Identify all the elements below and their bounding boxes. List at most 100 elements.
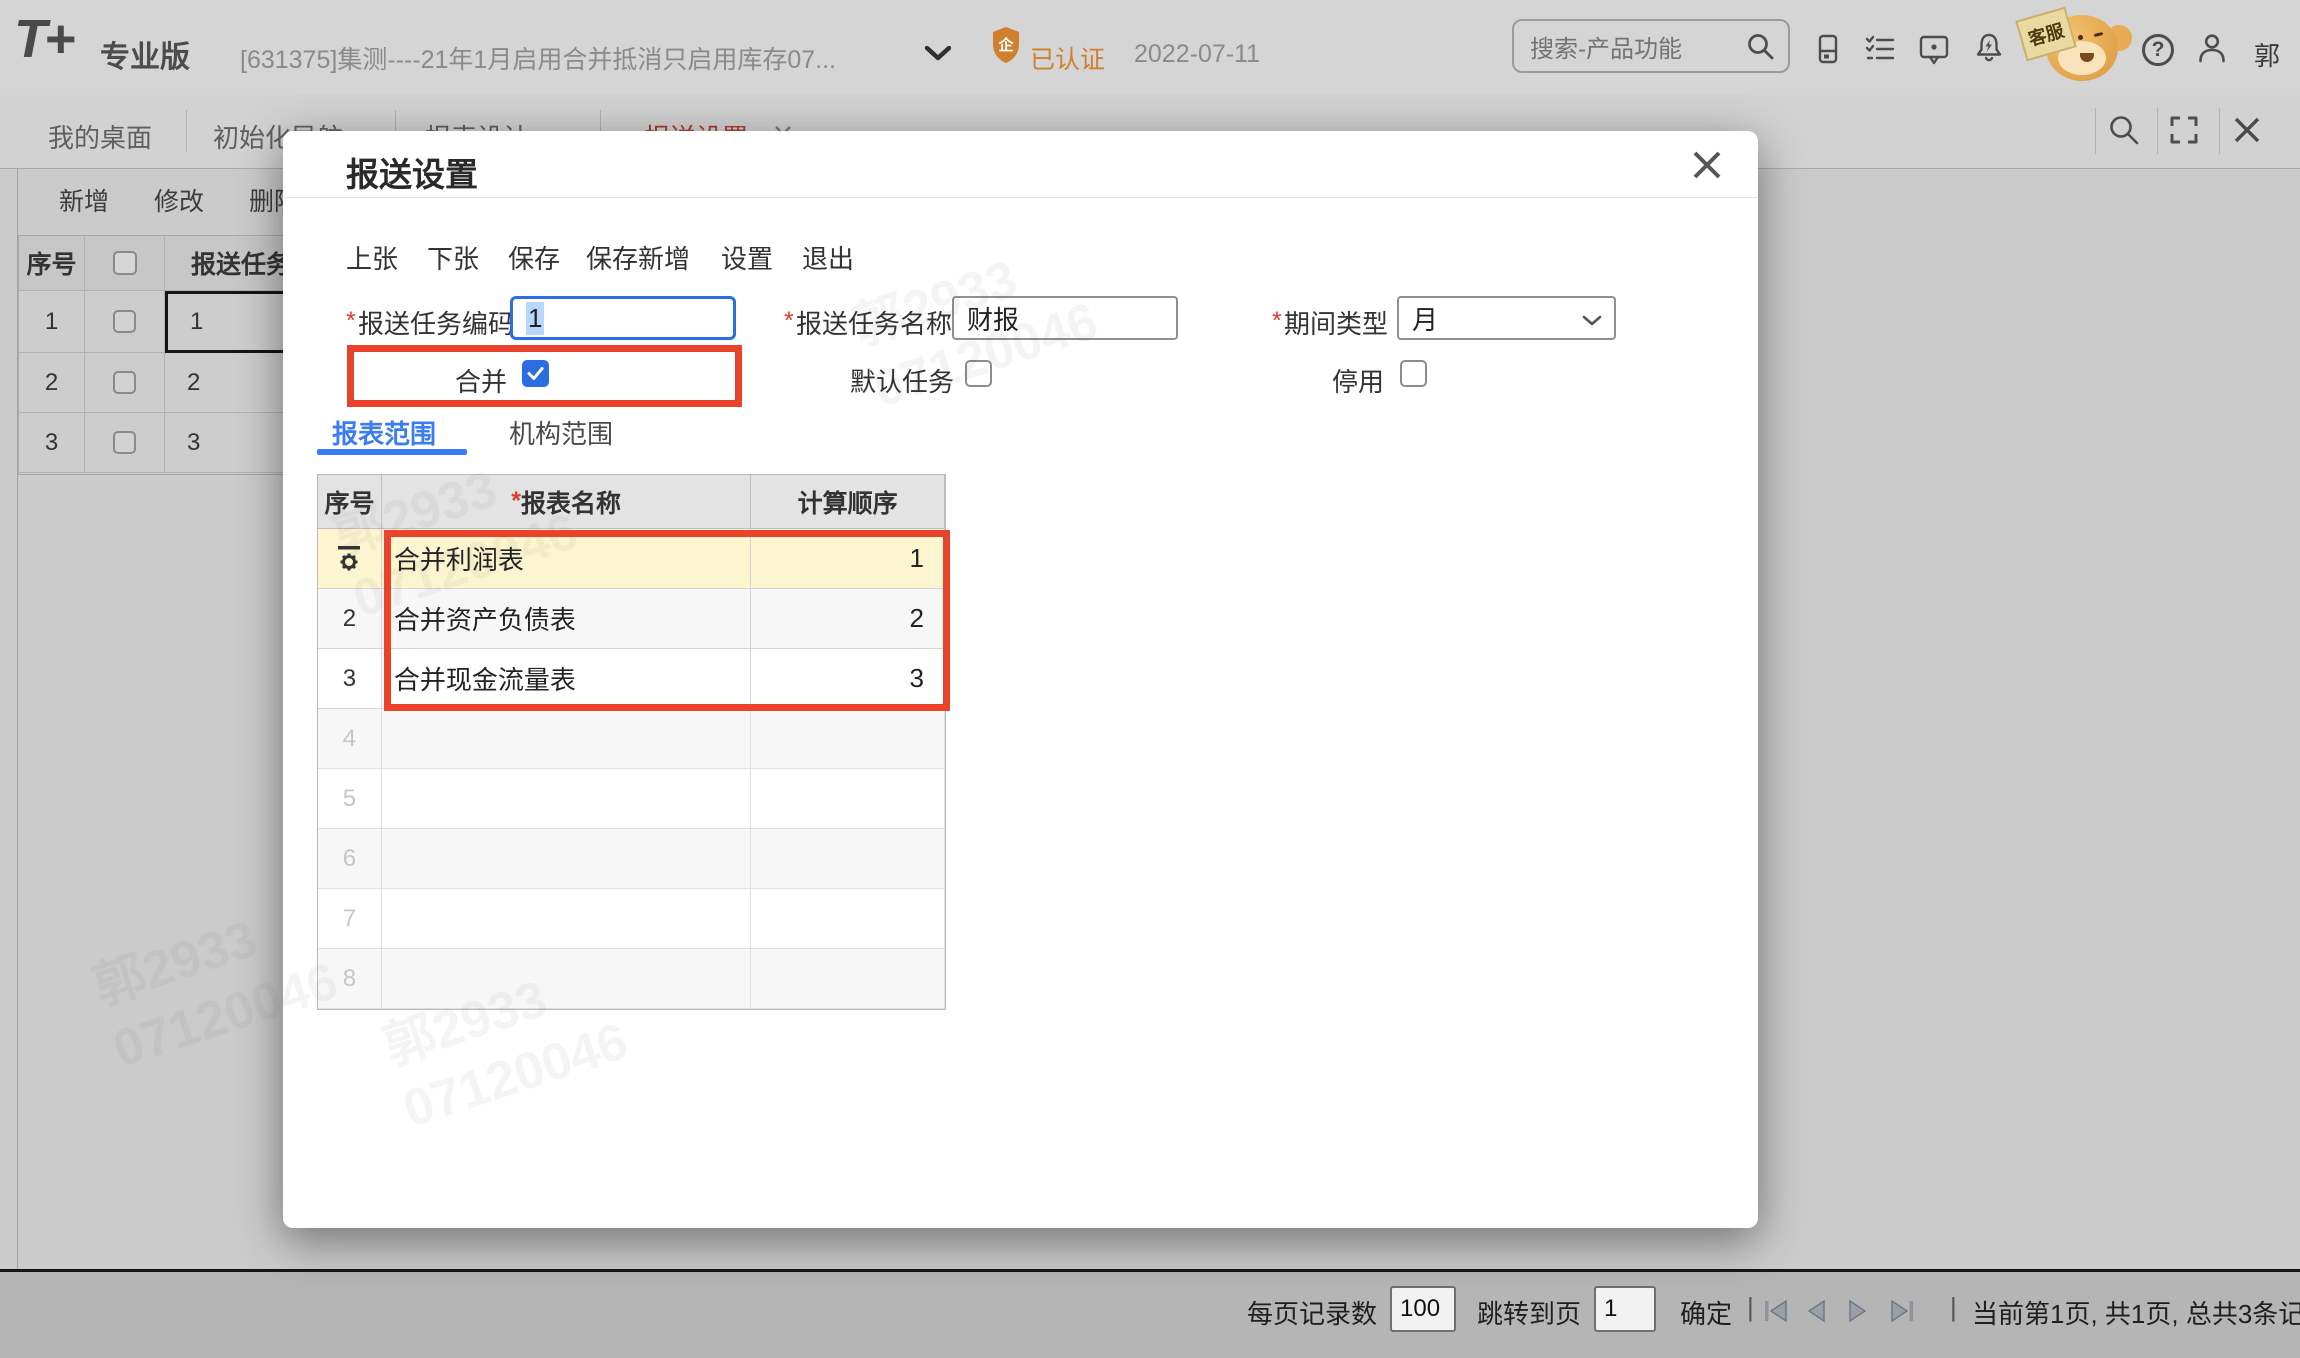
per-page-label: 每页记录数 (1247, 1299, 1378, 1329)
report-name-cell[interactable]: 合并现金流量表 (381, 649, 752, 709)
tabbar-action-separator (2219, 108, 2220, 154)
row-seq-cell: 8 (318, 949, 382, 1009)
calc-order-cell[interactable]: 3 (751, 649, 945, 709)
app-screen: T+ 专业版 [631375]集测----21年1月启用合并抵消只启用库存07.… (0, 0, 2300, 1358)
bg-select-all-checkbox[interactable] (112, 251, 137, 275)
prev-page-icon[interactable] (1804, 1298, 1828, 1324)
tab-report-scope[interactable]: 报表范围 (332, 414, 436, 451)
save-button[interactable]: 保存 (508, 239, 560, 276)
service-monkey-icon[interactable]: 客服 (2015, 5, 2138, 93)
calc-order-cell[interactable] (751, 949, 945, 1009)
exit-button[interactable]: 退出 (802, 239, 854, 276)
search-icon[interactable] (1744, 30, 1776, 62)
report-name-cell[interactable] (381, 889, 752, 949)
bg-row-seq: 3 (19, 413, 85, 473)
report-row[interactable]: 3 合并现金流量表 3 (318, 649, 945, 709)
fullscreen-icon[interactable] (2168, 114, 2200, 146)
bg-header-checkbox-cell (85, 236, 165, 291)
report-row-empty[interactable]: 7 (318, 889, 945, 949)
default-task-checkbox[interactable] (965, 360, 992, 387)
prev-record-button[interactable]: 上张 (346, 239, 398, 276)
col-seq: 序号 (318, 475, 382, 529)
header-date: 2022-07-11 (1134, 40, 1261, 68)
report-name-cell[interactable]: 合并资产负债表 (381, 589, 752, 649)
next-record-button[interactable]: 下张 (427, 239, 479, 276)
checklist-icon[interactable] (1864, 34, 1896, 64)
account-title[interactable]: [631375]集测----21年1月启用合并抵消只启用库存07... (240, 40, 836, 76)
row-seq-cell: 7 (318, 889, 382, 949)
task-name-input[interactable]: 财报 (952, 296, 1178, 340)
svg-text:企: 企 (997, 36, 1014, 54)
disable-label: 停用 (1332, 367, 1385, 397)
task-code-value: 1 (526, 301, 545, 335)
user-icon[interactable] (2196, 32, 2228, 64)
edition-label: 专业版 (100, 41, 190, 74)
bg-row-checkbox[interactable] (113, 431, 136, 454)
dialog-close-icon[interactable] (1689, 147, 1725, 183)
pagination-bar: 每页记录数 跳转到页 确定 | | 当前第1页, 共1页, 总共3条记录 (0, 1272, 2300, 1358)
workspace-search-icon[interactable] (2106, 112, 2142, 148)
bg-col-seq: 序号 (19, 236, 85, 291)
save-and-new-button[interactable]: 保存新增 (586, 239, 690, 276)
calc-order-cell[interactable] (751, 769, 945, 829)
bg-row-checkbox[interactable] (113, 310, 136, 333)
chevron-down-icon[interactable] (925, 46, 951, 62)
calc-order-cell[interactable] (751, 709, 945, 769)
bg-modify-button[interactable]: 修改 (154, 182, 204, 218)
required-mark: * (784, 307, 794, 335)
calc-order-cell[interactable] (751, 889, 945, 949)
row-seq-cell: 3 (318, 649, 382, 709)
goto-page-input[interactable] (1594, 1286, 1656, 1332)
report-name-cell[interactable] (381, 829, 752, 889)
gear-icon[interactable] (334, 544, 364, 574)
first-page-icon[interactable] (1762, 1298, 1790, 1324)
report-name-cell[interactable] (381, 769, 752, 829)
workspace-close-icon[interactable] (2231, 114, 2263, 146)
calc-order-cell[interactable] (751, 829, 945, 889)
calculator-icon[interactable] (1812, 33, 1844, 65)
bg-row-checkbox[interactable] (113, 371, 136, 394)
report-row-empty[interactable]: 5 (318, 769, 945, 829)
user-name[interactable]: 郭 (2254, 36, 2280, 73)
per-page-input[interactable] (1390, 1286, 1456, 1332)
col-calc-order: 计算顺序 (751, 475, 945, 529)
settings-button[interactable]: 设置 (721, 239, 773, 276)
tab-org-scope[interactable]: 机构范围 (509, 414, 613, 451)
search-placeholder: 搜索-产品功能 (1530, 35, 1682, 63)
calc-order-cell[interactable]: 2 (751, 589, 945, 649)
goto-confirm-button[interactable]: 确定 (1680, 1294, 1732, 1331)
certified-label: 已认证 (1030, 46, 1106, 74)
disable-checkbox[interactable] (1400, 360, 1427, 387)
report-row-empty[interactable]: 4 (318, 709, 945, 769)
report-row[interactable]: 2 合并资产负债表 2 (318, 589, 945, 649)
period-type-select[interactable]: 月 (1397, 296, 1616, 340)
row-gear-cell[interactable] (318, 529, 382, 589)
next-page-icon[interactable] (1846, 1298, 1870, 1324)
app-header: T+ 专业版 [631375]集测----21年1月启用合并抵消只启用库存07.… (0, 0, 2300, 96)
product-search-input[interactable]: 搜索-产品功能 (1512, 19, 1790, 73)
last-page-icon[interactable] (1888, 1298, 1916, 1324)
calc-order-cell[interactable]: 1 (751, 529, 945, 589)
help-icon[interactable]: ? (2142, 34, 2174, 66)
notification-bell-icon[interactable] (1972, 31, 2006, 67)
task-code-input[interactable]: 1 (510, 296, 736, 340)
report-name-cell[interactable] (381, 709, 752, 769)
merge-checkbox[interactable] (522, 360, 549, 387)
report-name-cell[interactable] (381, 949, 752, 1009)
bg-row-checkbox-cell (85, 413, 165, 473)
report-row-selected[interactable]: 合并利润表 1 (318, 529, 945, 589)
tplus-logo: T+ (14, 9, 76, 69)
report-name-cell[interactable]: 合并利润表 (381, 529, 752, 589)
bg-new-button[interactable]: 新增 (59, 182, 109, 218)
pagination-status: 当前第1页, 共1页, 总共3条记录 (1972, 1299, 2300, 1329)
tab-separator (186, 110, 187, 152)
pagination-separator: | (1747, 1292, 1754, 1322)
goto-page-label: 跳转到页 (1477, 1299, 1582, 1329)
pagination-separator: | (1950, 1292, 1957, 1322)
report-row-empty[interactable]: 8 (318, 949, 945, 1009)
message-icon[interactable] (1917, 33, 1951, 67)
required-mark: * (511, 487, 521, 515)
tab-my-desktop[interactable]: 我的桌面 (48, 118, 152, 155)
task-name-value: 财报 (967, 304, 1020, 335)
report-row-empty[interactable]: 6 (318, 829, 945, 889)
